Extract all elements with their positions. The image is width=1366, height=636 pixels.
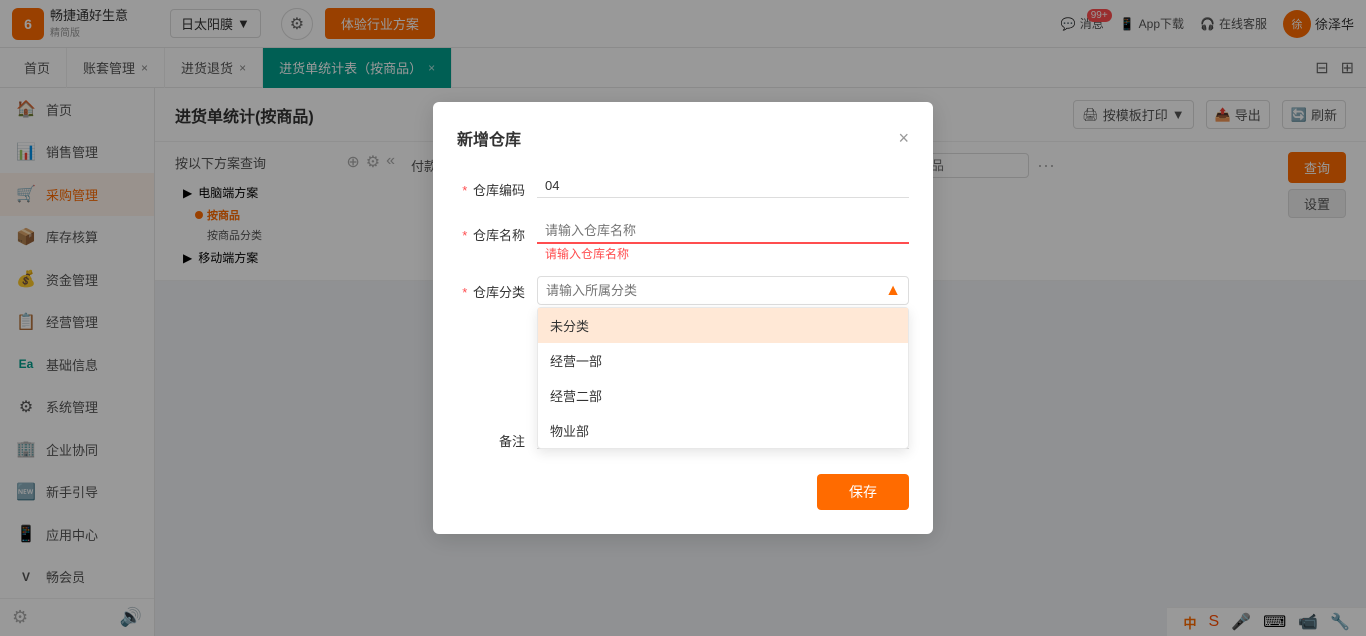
code-label: * 仓库编码 [457, 174, 537, 199]
save-button[interactable]: 保存 [817, 474, 909, 510]
name-error-msg: 请输入仓库名称 [545, 245, 629, 262]
required-star: * [462, 183, 467, 198]
code-input[interactable] [537, 174, 909, 198]
dropdown-item-3[interactable]: 物业部 [538, 413, 908, 448]
modal-footer: 保存 [457, 474, 909, 510]
modal-title: 新增仓库 [457, 126, 521, 150]
code-form-row: * 仓库编码 [457, 174, 909, 199]
category-dropdown: 未分类 经营一部 经营二部 物业部 [537, 307, 909, 449]
name-input[interactable] [537, 219, 909, 244]
name-label: * 仓库名称 [457, 219, 537, 244]
category-input[interactable] [537, 276, 909, 305]
category-select-container: ▲ 未分类 经营一部 经营二部 物业部 [537, 276, 909, 305]
category-form-row: * 仓库分类 ▲ 未分类 经营一部 经营二部 物业部 [457, 276, 909, 305]
dropdown-item-0[interactable]: 未分类 [538, 308, 908, 343]
modal-header: 新增仓库 × [457, 126, 909, 150]
name-form-row: * 仓库名称 请输入仓库名称 [457, 219, 909, 244]
required-star2: * [462, 228, 467, 243]
new-warehouse-modal: 新增仓库 × * 仓库编码 * 仓库名称 请输入仓库名称 * [433, 102, 933, 534]
modal-overlay: 新增仓库 × * 仓库编码 * 仓库名称 请输入仓库名称 * [0, 0, 1366, 636]
category-label: * 仓库分类 [457, 276, 537, 301]
dropdown-item-1[interactable]: 经营一部 [538, 343, 908, 378]
modal-close-button[interactable]: × [898, 128, 909, 149]
dropdown-item-2[interactable]: 经营二部 [538, 378, 908, 413]
required-star3: * [462, 285, 467, 300]
note-label: 备注 [457, 425, 537, 450]
select-arrow-up-icon: ▲ [885, 282, 901, 300]
